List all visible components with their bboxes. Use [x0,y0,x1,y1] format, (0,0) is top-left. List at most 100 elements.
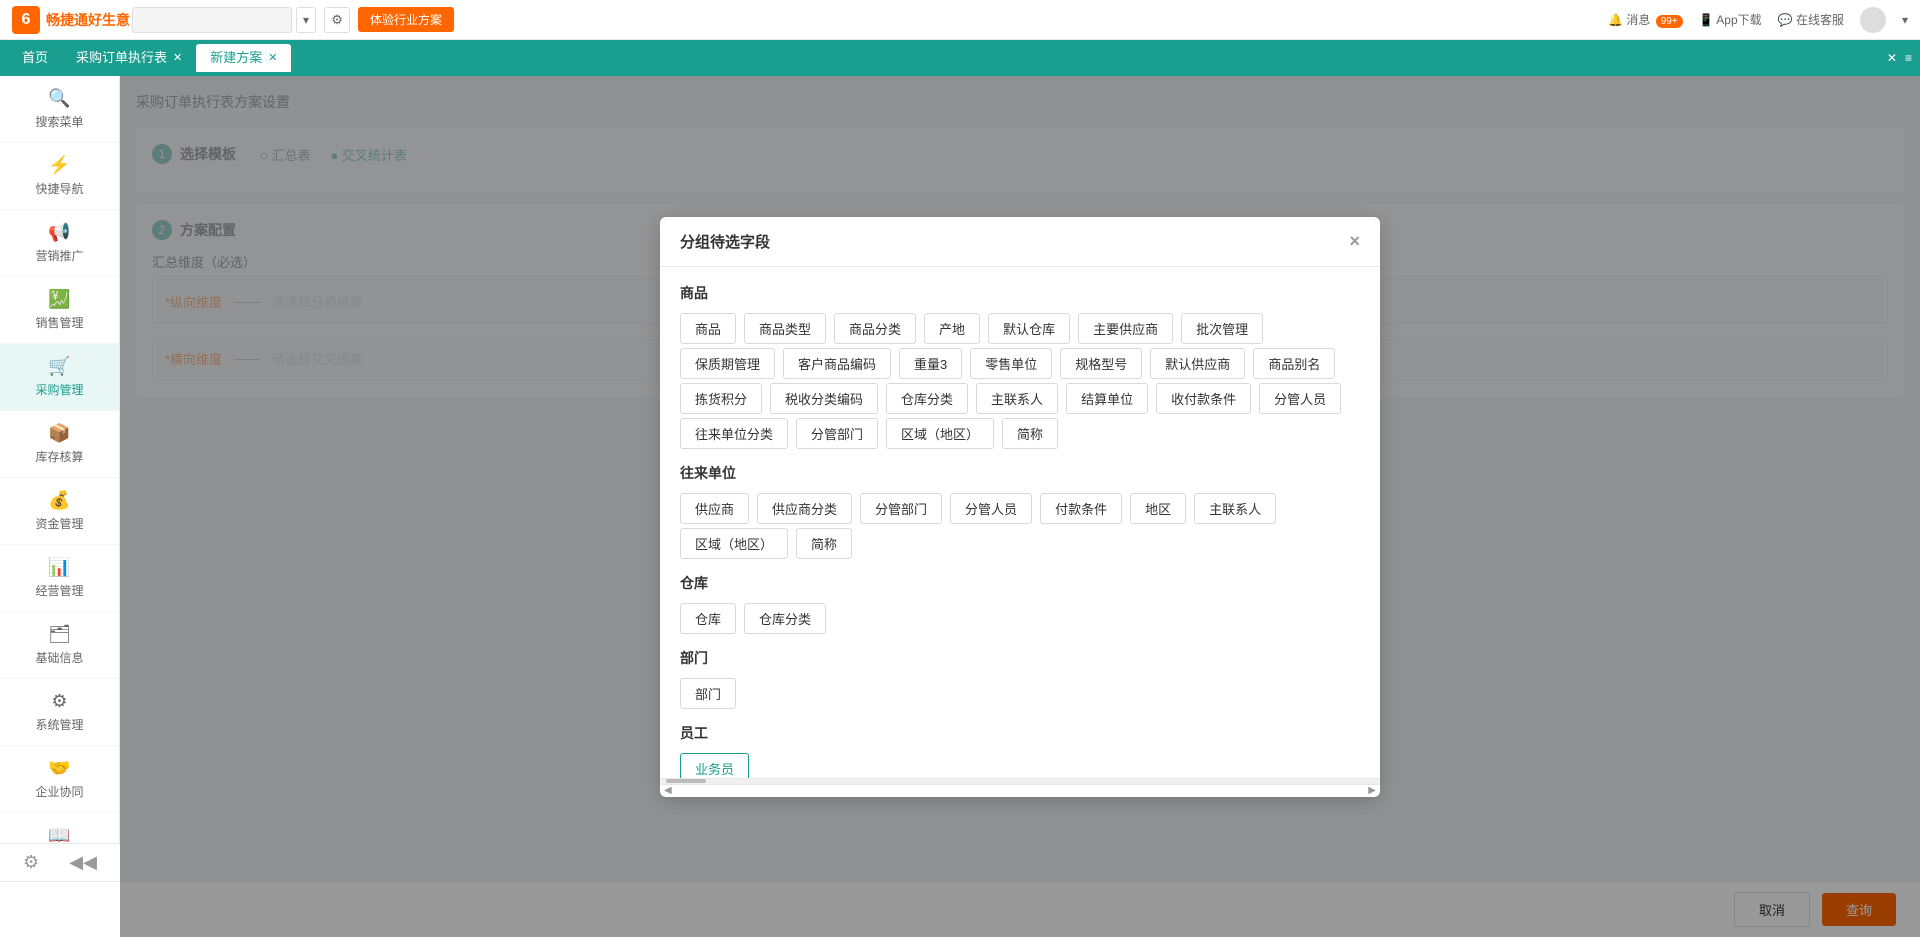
sidebar-item-sales[interactable]: 💹 销售管理 [0,277,119,344]
experience-button[interactable]: 体验行业方案 [358,7,454,32]
field-tag[interactable]: 付款条件 [1040,493,1122,524]
basics-icon: 🗂 [48,624,71,645]
sidebar-item-purchase[interactable]: 🛒 采购管理 [0,344,119,411]
app-icon: 📱 [1699,13,1714,27]
field-tags-staff: 业务员 [680,753,1360,778]
field-tag[interactable]: 仓库分类 [886,383,968,414]
field-tag[interactable]: 分管部门 [796,418,878,449]
field-tag[interactable]: 仓库分类 [744,603,826,634]
field-tag[interactable]: 简称 [1002,418,1058,449]
field-tag[interactable]: 主联系人 [976,383,1058,414]
group-title-dept: 部门 [680,648,1360,668]
sidebar-item-system[interactable]: ⚙ 系统管理 [0,679,119,746]
user-arrow[interactable]: ▾ [1902,13,1908,27]
layout: 🔍 搜索菜单 ⚡ 快捷导航 📢 营销推广 💹 销售管理 🛒 采购管理 📦 库存核… [0,76,1920,937]
field-tags-warehouse: 仓库 仓库分类 [680,603,1360,634]
field-tag[interactable]: 供应商分类 [757,493,852,524]
field-tag[interactable]: 收付款条件 [1156,383,1251,414]
field-tag[interactable]: 拣货积分 [680,383,762,414]
field-tag[interactable]: 简称 [796,528,852,559]
logo-icon: 6 [12,6,40,34]
field-tag[interactable]: 保质期管理 [680,348,775,379]
field-tag[interactable]: 产地 [924,313,980,344]
field-tag[interactable]: 供应商 [680,493,749,524]
sidebar-item-quicknav[interactable]: ⚡ 快捷导航 [0,143,119,210]
field-tag[interactable]: 税收分类编码 [770,383,878,414]
field-tag[interactable]: 地区 [1130,493,1186,524]
sales-icon: 💹 [48,289,70,310]
modal-body[interactable]: 商品 商品 商品类型 商品分类 产地 默认仓库 主要供应商 批次管理 保质期管理… [660,267,1380,778]
collab-icon: 🤝 [48,758,70,779]
field-tag[interactable]: 客户商品编码 [783,348,891,379]
field-tag[interactable]: 默认仓库 [988,313,1070,344]
field-tag[interactable]: 业务员 [680,753,749,778]
logo-text: 畅捷通好生意 [46,10,130,30]
field-tag[interactable]: 区域（地区） [886,418,994,449]
tab-menu[interactable]: ≡ [1905,51,1912,65]
field-tag[interactable]: 零售单位 [970,348,1052,379]
group-title-warehouse: 仓库 [680,573,1360,593]
field-tag[interactable]: 商品 [680,313,736,344]
tab-close-purchase[interactable]: ✕ [173,44,182,72]
scroll-left-arrow[interactable]: ◀ [664,785,672,796]
field-tag[interactable]: 分管人员 [1259,383,1341,414]
field-tags-product-3: 拣货积分 税收分类编码 仓库分类 主联系人 结算单位 收付款条件 分管人员 [680,383,1360,414]
field-tag[interactable]: 规格型号 [1060,348,1142,379]
field-tags-dept: 部门 [680,678,1360,709]
field-tag[interactable]: 批次管理 [1181,313,1263,344]
nav-msg[interactable]: 🔔 消息 99+ [1608,11,1683,28]
modal-hscrollbar[interactable] [660,778,1380,784]
tab-new-plan[interactable]: 新建方案 ✕ [196,44,291,72]
field-tag[interactable]: 主要供应商 [1078,313,1173,344]
sidebar-item-finance[interactable]: 💰 资金管理 [0,478,119,545]
sidebar-item-basics[interactable]: 🗂 基础信息 [0,612,119,679]
service-icon: 💬 [1778,13,1793,27]
tab-home[interactable]: 首页 [8,44,62,72]
finance-icon: 💰 [48,490,70,511]
settings-bottom-icon[interactable]: ⚙ [23,852,39,873]
marketing-icon: 📢 [48,222,70,243]
field-tags-partner: 供应商 供应商分类 分管部门 分管人员 付款条件 地区 主联系人 [680,493,1360,524]
sidebar-bottom: ⚙ ◀◀ [0,843,120,881]
sidebar-item-marketing[interactable]: 📢 营销推广 [0,210,119,277]
field-tag[interactable]: 区域（地区） [680,528,788,559]
field-tag[interactable]: 主联系人 [1194,493,1276,524]
nav-app[interactable]: 📱 App下载 [1699,11,1762,28]
gear-icon: ⚙ [331,12,343,28]
field-tag[interactable]: 分管部门 [860,493,942,524]
group-title-partner: 往来单位 [680,463,1360,483]
field-tag[interactable]: 部门 [680,678,736,709]
quicknav-icon: ⚡ [48,155,70,176]
dropdown-select[interactable]: ▾ [296,7,316,33]
hscroll-thumb [666,779,706,783]
collapse-bottom-icon[interactable]: ◀◀ [69,852,97,873]
tab-purchase-list[interactable]: 采购订单执行表 ✕ [62,44,196,72]
sidebar-item-inventory[interactable]: 📦 库存核算 [0,411,119,478]
field-tag[interactable]: 商品别名 [1253,348,1335,379]
modal-close-button[interactable]: × [1349,231,1360,252]
field-tag[interactable]: 默认供应商 [1150,348,1245,379]
field-tag[interactable]: 仓库 [680,603,736,634]
search-icon: 🔍 [48,88,70,109]
logo-area: 6 畅捷通好生意 [12,6,132,34]
field-tag[interactable]: 商品类型 [744,313,826,344]
field-tag[interactable]: 分管人员 [950,493,1032,524]
sidebar-item-search[interactable]: 🔍 搜索菜单 [0,76,119,143]
field-tag[interactable]: 往来单位分类 [680,418,788,449]
field-tag[interactable]: 商品分类 [834,313,916,344]
tab-close-all[interactable]: ✕ [1887,51,1897,65]
field-tag[interactable]: 重量3 [899,348,962,379]
group-title-staff: 员工 [680,723,1360,743]
tab-bar: 首页 采购订单执行表 ✕ 新建方案 ✕ ✕ ≡ [0,40,1920,76]
gear-button[interactable]: ⚙ [324,7,350,33]
sidebar-item-management[interactable]: 📊 经营管理 [0,545,119,612]
avatar[interactable] [1860,7,1886,33]
search-input[interactable] [132,7,292,33]
field-tag[interactable]: 结算单位 [1066,383,1148,414]
sidebar-item-collab[interactable]: 🤝 企业协同 [0,746,119,813]
scroll-right-arrow[interactable]: ▶ [1368,785,1376,796]
tab-close-new-plan[interactable]: ✕ [268,44,277,72]
field-tags-product-4: 往来单位分类 分管部门 区域（地区） 简称 [680,418,1360,449]
nav-service[interactable]: 💬 在线客服 [1778,11,1844,28]
field-tags-partner-2: 区域（地区） 简称 [680,528,1360,559]
